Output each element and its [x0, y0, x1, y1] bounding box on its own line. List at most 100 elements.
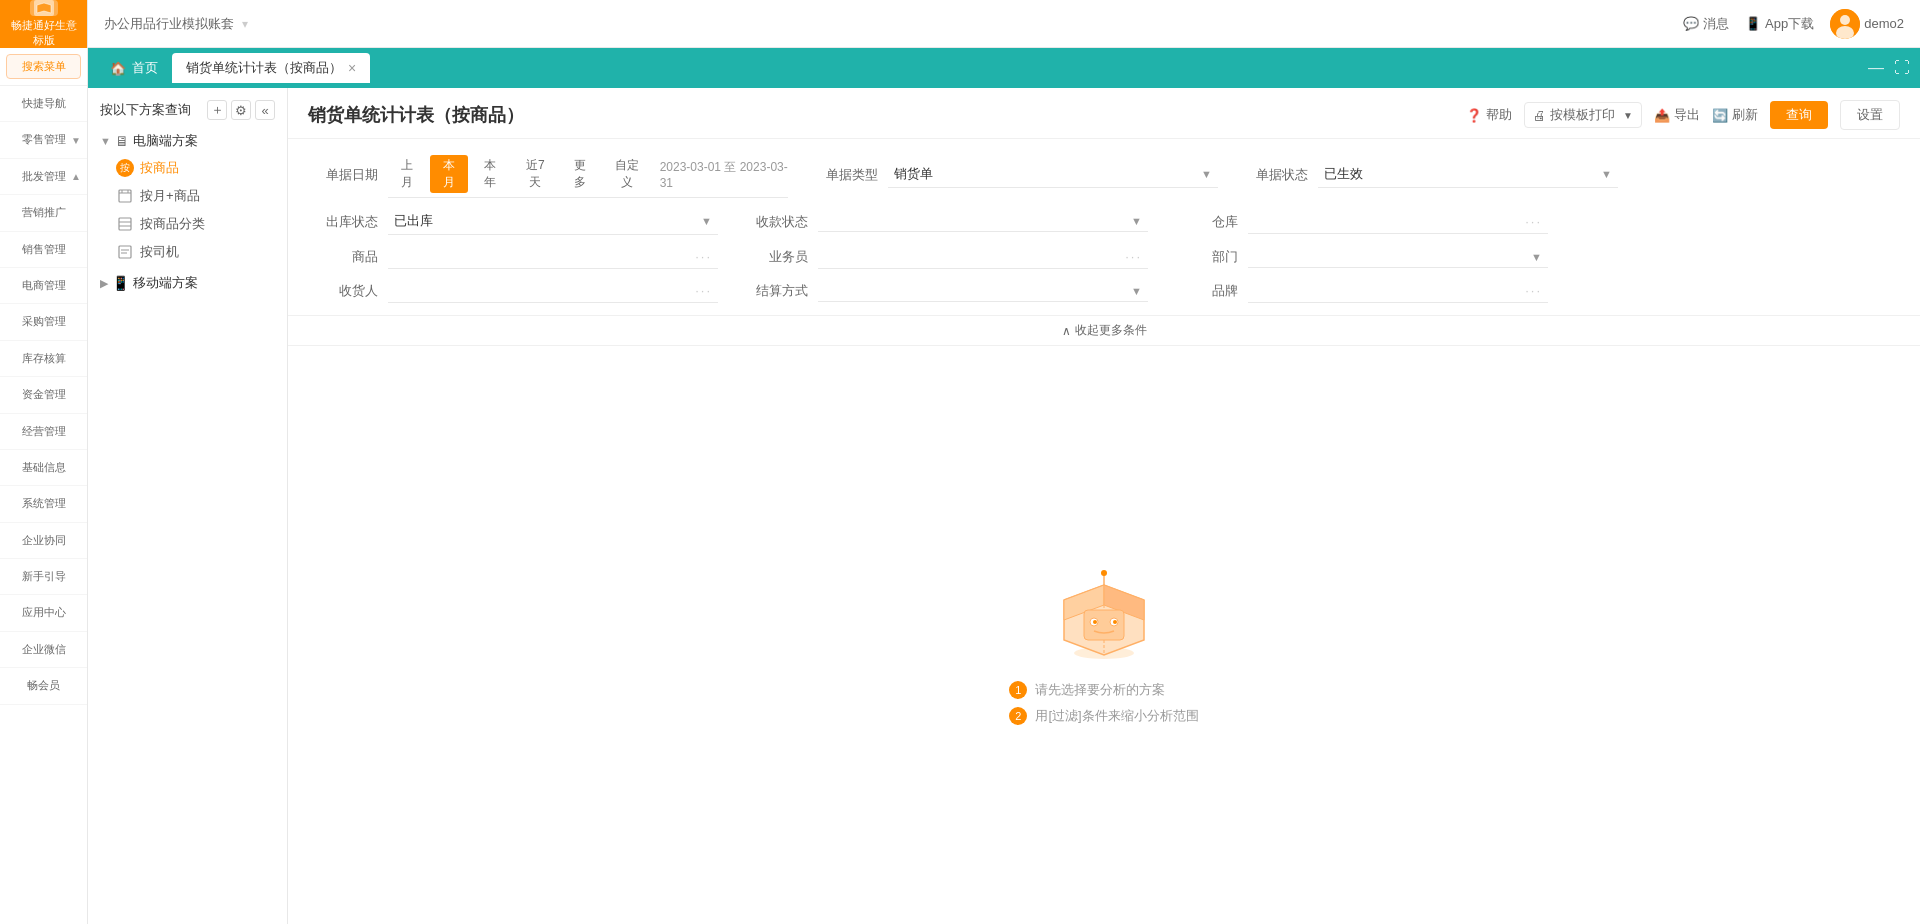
- date-filter[interactable]: 上月 本月 本年 近7天 更多 自定义 2023-03-01 至 2023-03…: [388, 151, 788, 198]
- receiver-input[interactable]: ···: [388, 279, 718, 303]
- collapse-label: 收起更多条件: [1075, 322, 1147, 339]
- salesperson-input[interactable]: ···: [818, 245, 1148, 269]
- chevron-right-icon: ▶: [100, 277, 108, 290]
- breadcrumb-arrow: ▾: [242, 17, 248, 31]
- sidebar-item-appcenter[interactable]: 应用中心: [0, 595, 87, 631]
- bill-type-dropdown[interactable]: 销货单 ▼: [888, 161, 1218, 188]
- scheme-group-desktop-header[interactable]: ▼ 🖥 电脑端方案: [88, 128, 287, 154]
- app-download-button[interactable]: 📱 App下载: [1745, 15, 1814, 33]
- scheme-item-goods-category[interactable]: 按商品分类: [88, 210, 287, 238]
- empty-illustration: [1044, 545, 1164, 665]
- sidebar-item-collab[interactable]: 企业协同: [0, 523, 87, 559]
- scheme-item-driver[interactable]: 按司机: [88, 238, 287, 266]
- tip-text-2: 用[过滤]条件来缩小分析范围: [1035, 707, 1198, 725]
- date-btn-7days[interactable]: 近7天: [513, 155, 557, 193]
- page-title-bar: 销货单统计计表（按商品） ❓ 帮助 🖨 按模板打印 ▼ 📤 导出: [288, 88, 1920, 139]
- sidebar-item-system[interactable]: 系统管理: [0, 486, 87, 522]
- scheme-item-goods-category-label: 按商品分类: [140, 215, 205, 233]
- sidebar-item-purchase[interactable]: 采购管理: [0, 304, 87, 340]
- brand-input[interactable]: ···: [1248, 279, 1548, 303]
- nav-label-guide: 新手引导: [22, 570, 66, 582]
- sidebar-item-wholesale[interactable]: 批发管理 ▲: [0, 159, 87, 195]
- scheme-item-by-goods[interactable]: 按 按商品: [88, 154, 287, 182]
- warehouse-input[interactable]: ···: [1248, 210, 1548, 234]
- print-button[interactable]: 🖨 按模板打印 ▼: [1524, 102, 1642, 128]
- refresh-label: 刷新: [1732, 106, 1758, 124]
- warehouse-label: 仓库: [1168, 213, 1248, 231]
- panel-header-icons: ＋ ⚙ «: [207, 100, 275, 120]
- settings-button[interactable]: 设置: [1840, 100, 1900, 130]
- sidebar-item-sales[interactable]: 销售管理: [0, 232, 87, 268]
- chevron-down-icon: ▼: [1131, 285, 1142, 297]
- scheme-group-mobile-header[interactable]: ▶ 📱 移动端方案: [88, 270, 287, 296]
- out-status-dropdown[interactable]: 已出库 ▼: [388, 208, 718, 235]
- top-header: 办公用品行业模拟账套 ▾ 💬 消息 📱 App下载 de: [88, 0, 1920, 48]
- refresh-button[interactable]: 🔄 刷新: [1712, 106, 1758, 124]
- minimize-button[interactable]: —: [1866, 58, 1886, 78]
- scheme-group-mobile: ▶ 📱 移动端方案: [88, 270, 287, 296]
- nav-label-operation: 经营管理: [22, 425, 66, 437]
- chevron-up-icon: ▲: [71, 171, 81, 182]
- tab-active[interactable]: 销货单统计计表（按商品） ×: [172, 53, 370, 83]
- sidebar-item-basic[interactable]: 基础信息: [0, 450, 87, 486]
- print-icon: 🖨: [1533, 108, 1546, 123]
- date-btn-prev-month[interactable]: 上月: [388, 155, 426, 193]
- collapse-panel-button[interactable]: «: [255, 100, 275, 120]
- payment-status-dropdown[interactable]: ▼: [818, 211, 1148, 232]
- dept-label: 部门: [1168, 248, 1248, 266]
- date-btn-year[interactable]: 本年: [472, 155, 510, 193]
- search-menu-button[interactable]: 搜索菜单: [6, 54, 81, 79]
- sidebar-item-finance[interactable]: 资金管理: [0, 377, 87, 413]
- tab-home[interactable]: 🏠 首页: [96, 53, 172, 83]
- help-icon: ❓: [1466, 108, 1482, 123]
- help-label: 帮助: [1486, 106, 1512, 124]
- query-button[interactable]: 查询: [1770, 101, 1828, 129]
- sidebar-item-quick-nav[interactable]: 快捷导航: [0, 86, 87, 122]
- add-scheme-button[interactable]: ＋: [207, 100, 227, 120]
- message-button[interactable]: 💬 消息: [1683, 15, 1729, 33]
- scheme-icon-category: [116, 215, 134, 233]
- tip-number-1: 1: [1009, 681, 1027, 699]
- date-btn-current-month[interactable]: 本月: [430, 155, 468, 193]
- date-btn-more[interactable]: 更多: [561, 155, 599, 193]
- date-btn-custom[interactable]: 自定义: [603, 155, 652, 193]
- export-button[interactable]: 📤 导出: [1654, 106, 1700, 124]
- user-menu[interactable]: demo2: [1830, 9, 1904, 39]
- chevron-down-icon: ▼: [71, 135, 81, 146]
- content-wrapper: 按以下方案查询 ＋ ⚙ « ▼ 🖥 电脑端方案 按 按商品: [88, 88, 1920, 924]
- nav-label-collab: 企业协同: [22, 534, 66, 546]
- scheme-item-month-goods[interactable]: 按月+商品: [88, 182, 287, 210]
- sidebar-item-operation[interactable]: 经营管理: [0, 414, 87, 450]
- sidebar-item-inventory[interactable]: 库存核算: [0, 341, 87, 377]
- sidebar-item-member[interactable]: 畅会员: [0, 668, 87, 704]
- help-button[interactable]: ❓ 帮助: [1466, 106, 1512, 124]
- main-content: 销货单统计计表（按商品） ❓ 帮助 🖨 按模板打印 ▼ 📤 导出: [288, 88, 1920, 924]
- nav-label-wholesale: 批发管理: [22, 170, 66, 182]
- goods-input[interactable]: ···: [388, 245, 718, 269]
- bill-status-label: 单据状态: [1238, 166, 1318, 184]
- sidebar-item-ecommerce[interactable]: 电商管理: [0, 268, 87, 304]
- panel-header-label: 按以下方案查询: [100, 101, 191, 119]
- sidebar-item-guide[interactable]: 新手引导: [0, 559, 87, 595]
- scheme-icon-driver: [116, 243, 134, 261]
- window-controls: — ⛶: [1866, 58, 1912, 78]
- dept-dropdown[interactable]: ▼: [1248, 247, 1548, 268]
- sidebar-item-marketing[interactable]: 营销推广: [0, 195, 87, 231]
- empty-tip-2: 2 用[过滤]条件来缩小分析范围: [1009, 707, 1198, 725]
- edit-scheme-button[interactable]: ⚙: [231, 100, 251, 120]
- maximize-button[interactable]: ⛶: [1892, 58, 1912, 78]
- settlement-dropdown[interactable]: ▼: [818, 281, 1148, 302]
- page-title: 销货单统计计表（按商品）: [308, 103, 1466, 127]
- main-area: 办公用品行业模拟账套 ▾ 💬 消息 📱 App下载 de: [88, 0, 1920, 924]
- sidebar-item-retail[interactable]: 零售管理 ▼: [0, 122, 87, 158]
- sidebar-item-wechat[interactable]: 企业微信: [0, 632, 87, 668]
- bill-type-label: 单据类型: [808, 166, 888, 184]
- tab-close-button[interactable]: ×: [348, 61, 356, 75]
- chevron-down-icon: ▼: [1201, 168, 1212, 180]
- bill-status-dropdown[interactable]: 已生效 ▼: [1318, 161, 1618, 188]
- svg-point-21: [1101, 570, 1107, 576]
- collapse-bar[interactable]: ∧ 收起更多条件: [288, 316, 1920, 346]
- dots-icon: ···: [1525, 283, 1542, 298]
- download-icon: 📱: [1745, 16, 1761, 31]
- out-status-label: 出库状态: [308, 213, 388, 231]
